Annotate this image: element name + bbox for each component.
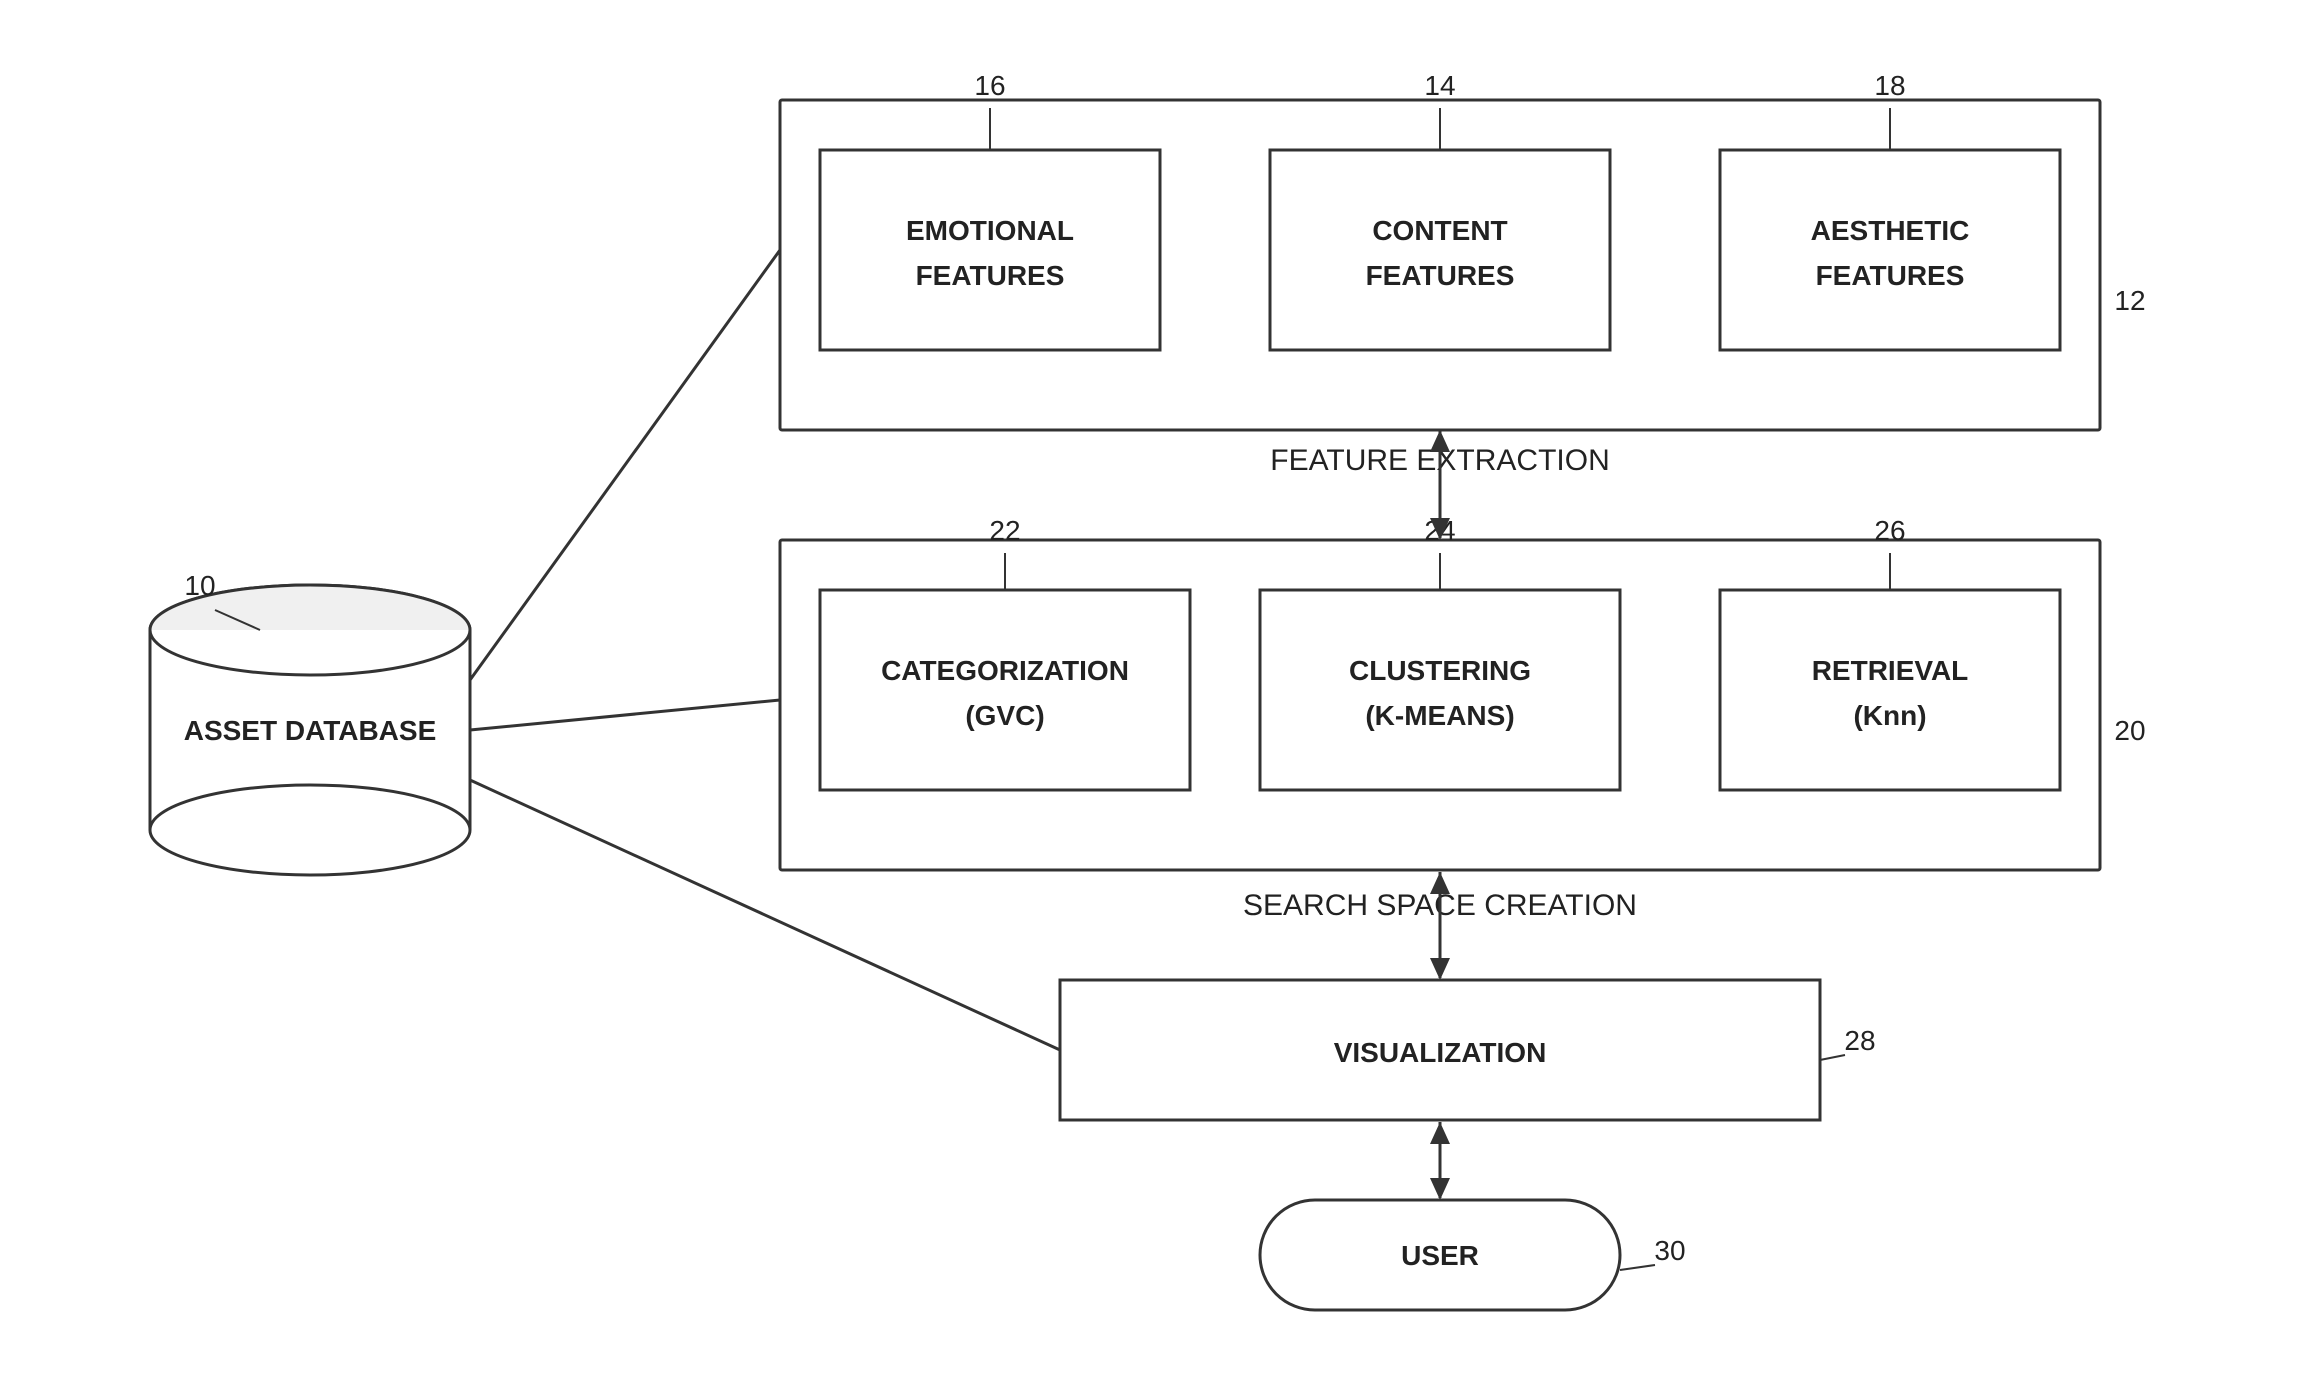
user-label: USER [1401, 1240, 1479, 1271]
content-features-label-1: CONTENT [1372, 215, 1507, 246]
asset-database-label: ASSET DATABASE [184, 715, 437, 746]
aesthetic-features-label-1: AESTHETIC [1811, 215, 1970, 246]
clustering-label-1: CLUSTERING [1349, 655, 1531, 686]
ref-14: 14 [1424, 70, 1455, 101]
ref-20: 20 [2114, 715, 2145, 746]
ref-12: 12 [2114, 285, 2145, 316]
ref-10: 10 [184, 570, 215, 601]
retrieval-label-2: (Knn) [1853, 700, 1926, 731]
categorization-label-2: (GVC) [965, 700, 1044, 731]
aesthetic-features-label-2: FEATURES [1816, 260, 1965, 291]
emotional-features-label-1: EMOTIONAL [906, 215, 1074, 246]
ref-18: 18 [1874, 70, 1905, 101]
visualization-label: VISUALIZATION [1334, 1037, 1547, 1068]
content-features-label-2: FEATURES [1366, 260, 1515, 291]
emotional-features-label-2: FEATURES [916, 260, 1065, 291]
diagram-container: ASSET DATABASE 10 FEATURE EXTRACTION 12 … [0, 0, 2310, 1397]
ref-22: 22 [989, 515, 1020, 546]
categorization-label-1: CATEGORIZATION [881, 655, 1129, 686]
ref-16: 16 [974, 70, 1005, 101]
retrieval-label-1: RETRIEVAL [1812, 655, 1969, 686]
ref-28: 28 [1844, 1025, 1875, 1056]
diagram-svg: ASSET DATABASE 10 FEATURE EXTRACTION 12 … [0, 0, 2310, 1397]
ref-26: 26 [1874, 515, 1905, 546]
clustering-label-2: (K-MEANS) [1365, 700, 1514, 731]
ref-30: 30 [1654, 1235, 1685, 1266]
